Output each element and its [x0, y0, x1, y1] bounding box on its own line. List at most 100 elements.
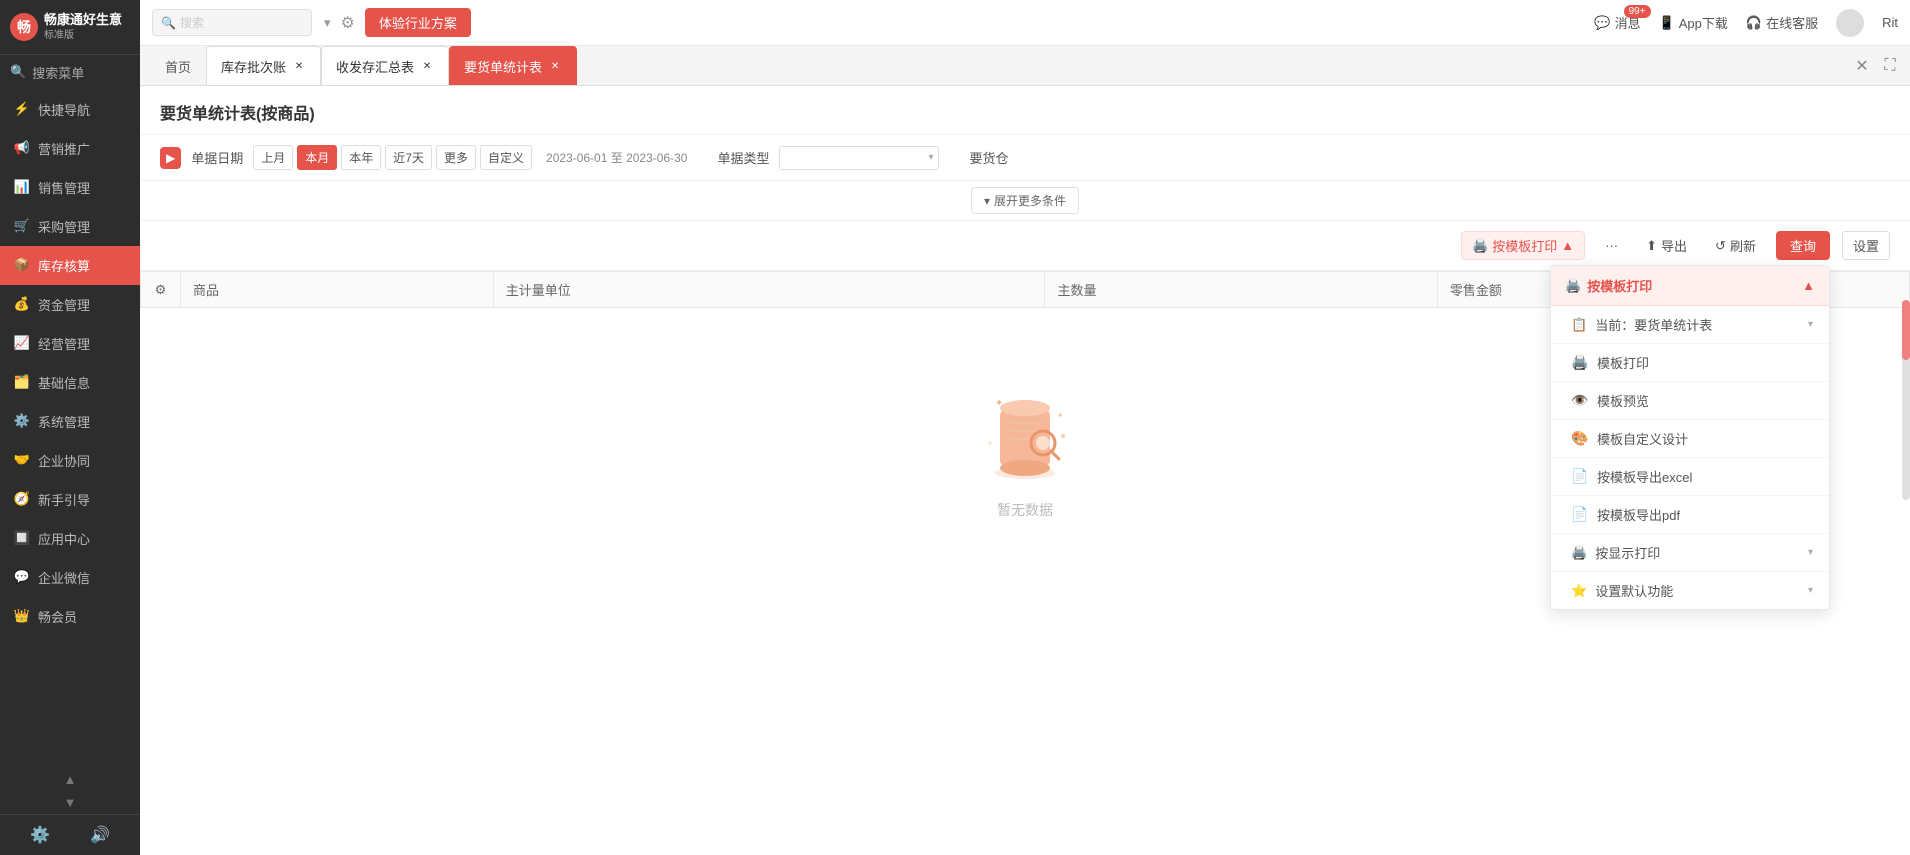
tab-receipt-summary[interactable]: 收发存汇总表 ✕ — [321, 46, 449, 85]
sidebar: 畅 畅康通好生意 标准版 🔍 搜索菜单 ⚡ 快捷导航 📢 营销推广 📊 销售管理… — [0, 0, 140, 855]
industry-solution-button[interactable]: 体验行业方案 — [365, 8, 471, 37]
sidebar-item-label: 资金管理 — [38, 295, 90, 314]
sidebar-item-enterprise[interactable]: 🤝 企业协同 — [0, 441, 140, 480]
print-chevron-up-icon: ▲ — [1561, 238, 1574, 253]
export-button[interactable]: ⬆ 导出 — [1638, 232, 1695, 259]
table-gear-icon[interactable]: ⚙ — [155, 282, 167, 297]
display-print-icon: 🖨️ — [1571, 545, 1587, 561]
topbar-search-box[interactable]: 🔍 搜索 — [152, 9, 312, 36]
main-area: 🔍 搜索 ▾ ⚙ 体验行业方案 💬 消息 99+ 📱 App下载 🎧 在线客服 … — [140, 0, 1910, 855]
dropdown-current-template[interactable]: 📋 当前：要货单统计表 ▾ — [1551, 306, 1829, 344]
tab-close-receipt-summary[interactable]: ✕ — [420, 59, 434, 73]
order-type-select[interactable] — [779, 146, 939, 170]
sidebar-item-sales[interactable]: 📊 销售管理 — [0, 168, 140, 207]
recent-7-button[interactable]: 近7天 — [385, 145, 432, 170]
table-header-settings[interactable]: ⚙ — [141, 272, 181, 308]
print-dropdown-button[interactable]: 🖨️ 按模板打印 ▲ — [1461, 231, 1585, 260]
sidebar-scroll-down[interactable]: ▼ — [0, 791, 140, 814]
sidebar-item-inventory[interactable]: 📦 库存核算 — [0, 246, 140, 285]
enterprise-icon: 🤝 — [14, 452, 30, 468]
purchase-icon: 🛒 — [14, 218, 30, 234]
topbar-gear-icon[interactable]: ⚙ — [341, 13, 355, 33]
sidebar-item-marketing[interactable]: 📢 营销推广 — [0, 129, 140, 168]
sidebar-item-label: 畅会员 — [38, 607, 77, 626]
footer-settings-icon[interactable]: ⚙️ — [30, 825, 50, 845]
sidebar-item-label: 新手引导 — [38, 490, 90, 509]
sidebar-item-label: 采购管理 — [38, 217, 90, 236]
sidebar-search[interactable]: 🔍 搜索菜单 — [0, 55, 140, 90]
sidebar-item-app-center[interactable]: 🔲 应用中心 — [0, 519, 140, 558]
dropdown-display-print[interactable]: 🖨️ 按显示打印 ▾ — [1551, 534, 1829, 572]
user-name[interactable]: Rit — [1882, 15, 1898, 30]
message-button[interactable]: 💬 消息 99+ — [1594, 13, 1640, 32]
settings-button[interactable]: 设置 — [1842, 231, 1890, 260]
more-options-button[interactable]: ··· — [1597, 234, 1626, 257]
current-year-button[interactable]: 本年 — [341, 145, 381, 170]
sidebar-item-label: 营销推广 — [38, 139, 90, 158]
sidebar-item-member[interactable]: 👑 畅会员 — [0, 597, 140, 636]
topbar-dropdown-chevron[interactable]: ▾ — [324, 15, 331, 31]
inventory-icon: 📦 — [14, 257, 30, 273]
empty-state-illustration: ✦ ✦ — [975, 388, 1075, 488]
sidebar-item-wechat[interactable]: 💬 企业微信 — [0, 558, 140, 597]
order-stats-tab-label: 要货单统计表 — [464, 57, 542, 76]
order-type-label: 单据类型 — [717, 148, 769, 167]
sidebar-item-purchase[interactable]: 🛒 采购管理 — [0, 207, 140, 246]
query-button[interactable]: 查询 — [1776, 231, 1830, 260]
operations-icon: 📈 — [14, 335, 30, 351]
content-toolbar: 🖨️ 按模板打印 ▲ ··· ⬆ 导出 ↺ 刷新 查询 设置 — [140, 221, 1910, 271]
tab-home[interactable]: 首页 — [150, 46, 206, 85]
sidebar-item-label: 快捷导航 — [38, 100, 90, 119]
sidebar-item-finance[interactable]: 💰 资金管理 — [0, 285, 140, 324]
prev-month-button[interactable]: 上月 — [253, 145, 293, 170]
home-tab-label: 首页 — [165, 57, 191, 76]
sidebar-scroll-up[interactable]: ▲ — [0, 768, 140, 791]
sidebar-item-label: 系统管理 — [38, 412, 90, 431]
right-scrollbar[interactable] — [1902, 300, 1910, 500]
refresh-icon: ↺ — [1715, 238, 1726, 254]
current-month-button[interactable]: 本月 — [297, 145, 337, 170]
refresh-button[interactable]: ↺ 刷新 — [1707, 232, 1764, 259]
message-icon: 💬 — [1594, 15, 1610, 31]
expand-more-label: 展开更多条件 — [994, 192, 1066, 209]
sidebar-item-system[interactable]: ⚙️ 系统管理 — [0, 402, 140, 441]
online-service-button[interactable]: 🎧 在线客服 — [1746, 13, 1818, 32]
expand-more-button[interactable]: ▾ 展开更多条件 — [971, 187, 1079, 214]
print-dropdown-menu: 🖨️ 按模板打印 ▲ 📋 当前：要货单统计表 ▾ 🖨️ 模板打印 — [1550, 265, 1830, 610]
export-excel-icon: 📄 — [1571, 468, 1589, 485]
dropdown-set-default[interactable]: ⭐ 设置默认功能 ▾ — [1551, 572, 1829, 609]
tab-close-batch-account[interactable]: ✕ — [292, 59, 306, 73]
display-print-arrow: ▾ — [1808, 547, 1813, 558]
template-design-icon: 🎨 — [1571, 430, 1589, 447]
dropdown-export-pdf[interactable]: 📄 按模板导出pdf — [1551, 496, 1829, 534]
sidebar-item-guide[interactable]: 🧭 新手引导 — [0, 480, 140, 519]
dropdown-header[interactable]: 🖨️ 按模板打印 ▲ — [1551, 266, 1829, 306]
scrollbar-thumb[interactable] — [1902, 300, 1910, 360]
footer-sound-icon[interactable]: 🔊 — [90, 825, 110, 845]
dropdown-template-print[interactable]: 🖨️ 模板打印 — [1551, 344, 1829, 382]
app-download-button[interactable]: 📱 App下载 — [1659, 13, 1728, 32]
dropdown-template-design[interactable]: 🎨 模板自定义设计 — [1551, 420, 1829, 458]
sidebar-item-quick-nav[interactable]: ⚡ 快捷导航 — [0, 90, 140, 129]
filter-expand-button[interactable]: ▶ — [160, 147, 181, 169]
sidebar-item-label: 销售管理 — [38, 178, 90, 197]
user-avatar[interactable] — [1836, 9, 1864, 37]
window-maximize-icon[interactable]: ⛶ — [1880, 56, 1900, 76]
sales-icon: 📊 — [14, 179, 30, 195]
finance-icon: 💰 — [14, 296, 30, 312]
more-date-button[interactable]: 更多 — [436, 145, 476, 170]
sidebar-item-basic-info[interactable]: 🗂️ 基础信息 — [0, 363, 140, 402]
guide-icon: 🧭 — [14, 491, 30, 507]
app-center-icon: 🔲 — [14, 530, 30, 546]
custom-date-button[interactable]: 自定义 — [480, 145, 532, 170]
tab-batch-account[interactable]: 库存批次账 ✕ — [206, 46, 321, 85]
dropdown-template-preview[interactable]: 👁️ 模板预览 — [1551, 382, 1829, 420]
window-close-icon[interactable]: ✕ — [1852, 56, 1872, 76]
tab-order-stats[interactable]: 要货单统计表 ✕ — [449, 46, 577, 85]
sidebar-item-operations[interactable]: 📈 经营管理 — [0, 324, 140, 363]
dropdown-export-excel[interactable]: 📄 按模板导出excel — [1551, 458, 1829, 496]
dropdown-collapse-icon[interactable]: ▲ — [1802, 278, 1815, 293]
tab-close-order-stats[interactable]: ✕ — [548, 59, 562, 73]
order-type-select-wrapper: ▾ — [779, 146, 939, 170]
headset-icon: 🎧 — [1746, 15, 1762, 31]
